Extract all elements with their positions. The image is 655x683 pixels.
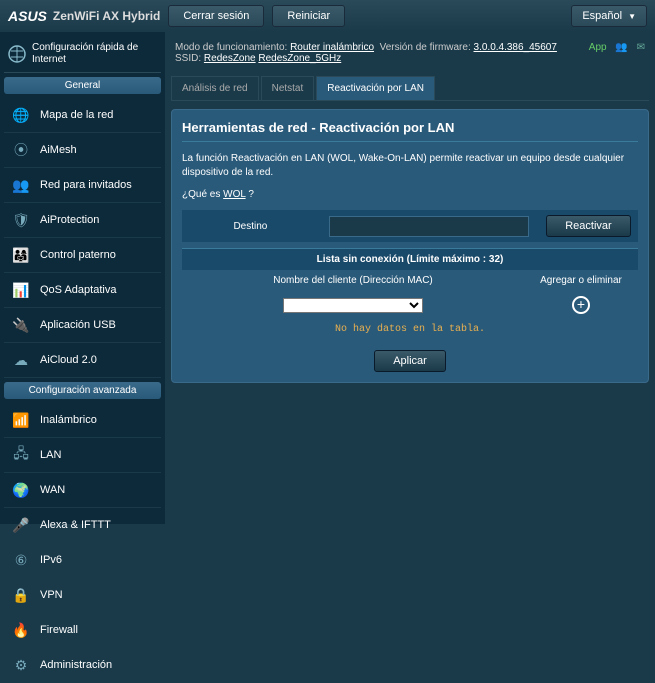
mode-link[interactable]: Router inalámbrico	[290, 42, 374, 53]
sidebar-item-qis[interactable]: Configuración rápida de Internet	[4, 36, 161, 73]
sidebar-item-label: Aplicación USB	[40, 319, 116, 331]
sidebar-item-gen-5[interactable]: 📊 QoS Adaptativa	[4, 273, 161, 308]
tab-netanalysis[interactable]: Análisis de red	[171, 76, 259, 100]
brand-logo: ASUS	[8, 8, 53, 24]
sidebar-item-gen-4[interactable]: 👨‍👩‍👧 Control paterno	[4, 238, 161, 273]
nodata-text: No hay datos en la tabla.	[182, 319, 638, 340]
wifi-icon: 📶	[10, 409, 32, 431]
language-select[interactable]: Español ▼	[571, 5, 647, 27]
dest-label: Destino	[182, 210, 319, 242]
sidebar-item-label: Inalámbrico	[40, 414, 97, 426]
admin-icon: ⚙	[10, 654, 32, 676]
sidebar-item-label: Administración	[40, 659, 112, 671]
sidebar-item-gen-2[interactable]: 👥 Red para invitados	[4, 168, 161, 203]
wol-link[interactable]: WOL	[223, 189, 245, 200]
cloud-icon: ☁	[10, 349, 32, 371]
firmware-link[interactable]: 3.0.0.4.386_45607	[474, 42, 557, 53]
ssid2-link[interactable]: RedesZone_5GHz	[258, 53, 341, 64]
model-name: ZenWiFi AX Hybrid	[53, 9, 160, 23]
panel-desc: La función Reactivación en LAN (WOL, Wak…	[182, 152, 638, 180]
tab-wol[interactable]: Reactivación por LAN	[316, 76, 435, 100]
sidebar-item-label: Alexa & IFTTT	[40, 519, 111, 531]
wake-button[interactable]: Reactivar	[546, 215, 630, 237]
globe-icon: 🌐	[10, 104, 32, 126]
ssid1-link[interactable]: RedesZone	[204, 53, 256, 64]
sidebar-item-adv-5[interactable]: 🔒 VPN	[4, 578, 161, 613]
sidebar-item-adv-0[interactable]: 📶 Inalámbrico	[4, 403, 161, 438]
client-select[interactable]	[283, 298, 423, 313]
logout-button[interactable]: Cerrar sesión	[168, 5, 264, 27]
usb-icon: 🔌	[10, 314, 32, 336]
voice-icon: 🎤	[10, 514, 32, 536]
apply-button[interactable]: Aplicar	[374, 350, 446, 372]
language-label: Español	[582, 10, 622, 22]
vpn-icon: 🔒	[10, 584, 32, 606]
sidebar-item-label: Red para invitados	[40, 179, 132, 191]
add-button[interactable]: +	[572, 296, 590, 314]
sidebar-item-label: Firewall	[40, 624, 78, 636]
ipv6-icon: ⑥	[10, 549, 32, 571]
sidebar-item-adv-3[interactable]: 🎤 Alexa & IFTTT	[4, 508, 161, 543]
sidebar-item-label: AiMesh	[40, 144, 77, 156]
sidebar-item-gen-3[interactable]: 🛡 AiProtection	[4, 203, 161, 238]
panel-what: ¿Qué es WOL ?	[182, 188, 638, 202]
mail-icon[interactable]: ✉	[637, 42, 645, 53]
sidebar-item-gen-1[interactable]: ⦿ AiMesh	[4, 133, 161, 168]
sidebar-item-label: VPN	[40, 589, 63, 601]
info-bar: App 👥 ✉ Modo de funcionamiento: Router i…	[171, 38, 649, 68]
panel-title: Herramientas de red - Reactivación por L…	[182, 120, 638, 142]
sidebar-item-adv-2[interactable]: 🌍 WAN	[4, 473, 161, 508]
col-action: Agregar o eliminar	[524, 270, 638, 291]
qis-label: Configuración rápida de Internet	[32, 42, 157, 66]
top-bar: ASUS ZenWiFi AX Hybrid Cerrar sesión Rei…	[0, 0, 655, 32]
wol-panel: Herramientas de red - Reactivación por L…	[171, 109, 649, 383]
sidebar-item-adv-6[interactable]: 🔥 Firewall	[4, 613, 161, 648]
guest-icon: 👥	[10, 174, 32, 196]
col-client: Nombre del cliente (Dirección MAC)	[182, 270, 524, 291]
sidebar-item-adv-7[interactable]: ⚙ Administración	[4, 648, 161, 683]
chevron-down-icon: ▼	[628, 12, 636, 21]
users-icon[interactable]: 👥	[615, 42, 627, 53]
sidebar: Configuración rápida de Internet General…	[0, 32, 165, 524]
wan-icon: 🌍	[10, 479, 32, 501]
sidebar-heading-advanced: Configuración avanzada	[4, 382, 161, 399]
sidebar-item-label: AiCloud 2.0	[40, 354, 97, 366]
sidebar-item-label: IPv6	[40, 554, 62, 566]
lan-icon: 🖧	[10, 444, 32, 466]
sidebar-heading-general: General	[4, 77, 161, 94]
app-link[interactable]: App	[589, 42, 607, 53]
offline-table: Lista sin conexión (Límite máximo : 32) …	[182, 248, 638, 340]
parent-icon: 👨‍👩‍👧	[10, 244, 32, 266]
dest-table: Destino Reactivar	[182, 210, 638, 242]
gauge-icon: 📊	[10, 279, 32, 301]
shield-icon: 🛡	[10, 209, 32, 231]
sidebar-item-label: Mapa de la red	[40, 109, 113, 121]
qis-icon	[8, 44, 26, 64]
sidebar-item-gen-7[interactable]: ☁ AiCloud 2.0	[4, 343, 161, 378]
tab-netstat[interactable]: Netstat	[261, 76, 315, 100]
mesh-icon: ⦿	[10, 139, 32, 161]
sidebar-item-gen-6[interactable]: 🔌 Aplicación USB	[4, 308, 161, 343]
sidebar-item-label: QoS Adaptativa	[40, 284, 116, 296]
sidebar-item-adv-4[interactable]: ⑥ IPv6	[4, 543, 161, 578]
sidebar-item-label: LAN	[40, 449, 61, 461]
main-content: App 👥 ✉ Modo de funcionamiento: Router i…	[165, 32, 655, 524]
sidebar-item-adv-1[interactable]: 🖧 LAN	[4, 438, 161, 473]
sidebar-item-label: WAN	[40, 484, 65, 496]
sidebar-item-label: Control paterno	[40, 249, 116, 261]
dest-input[interactable]	[329, 216, 529, 237]
offline-heading: Lista sin conexión (Límite máximo : 32)	[182, 249, 638, 271]
sidebar-item-gen-0[interactable]: 🌐 Mapa de la red	[4, 98, 161, 133]
fire-icon: 🔥	[10, 619, 32, 641]
sidebar-item-label: AiProtection	[40, 214, 99, 226]
reboot-button[interactable]: Reiniciar	[272, 5, 345, 27]
tab-bar: Análisis de red Netstat Reactivación por…	[171, 76, 649, 101]
